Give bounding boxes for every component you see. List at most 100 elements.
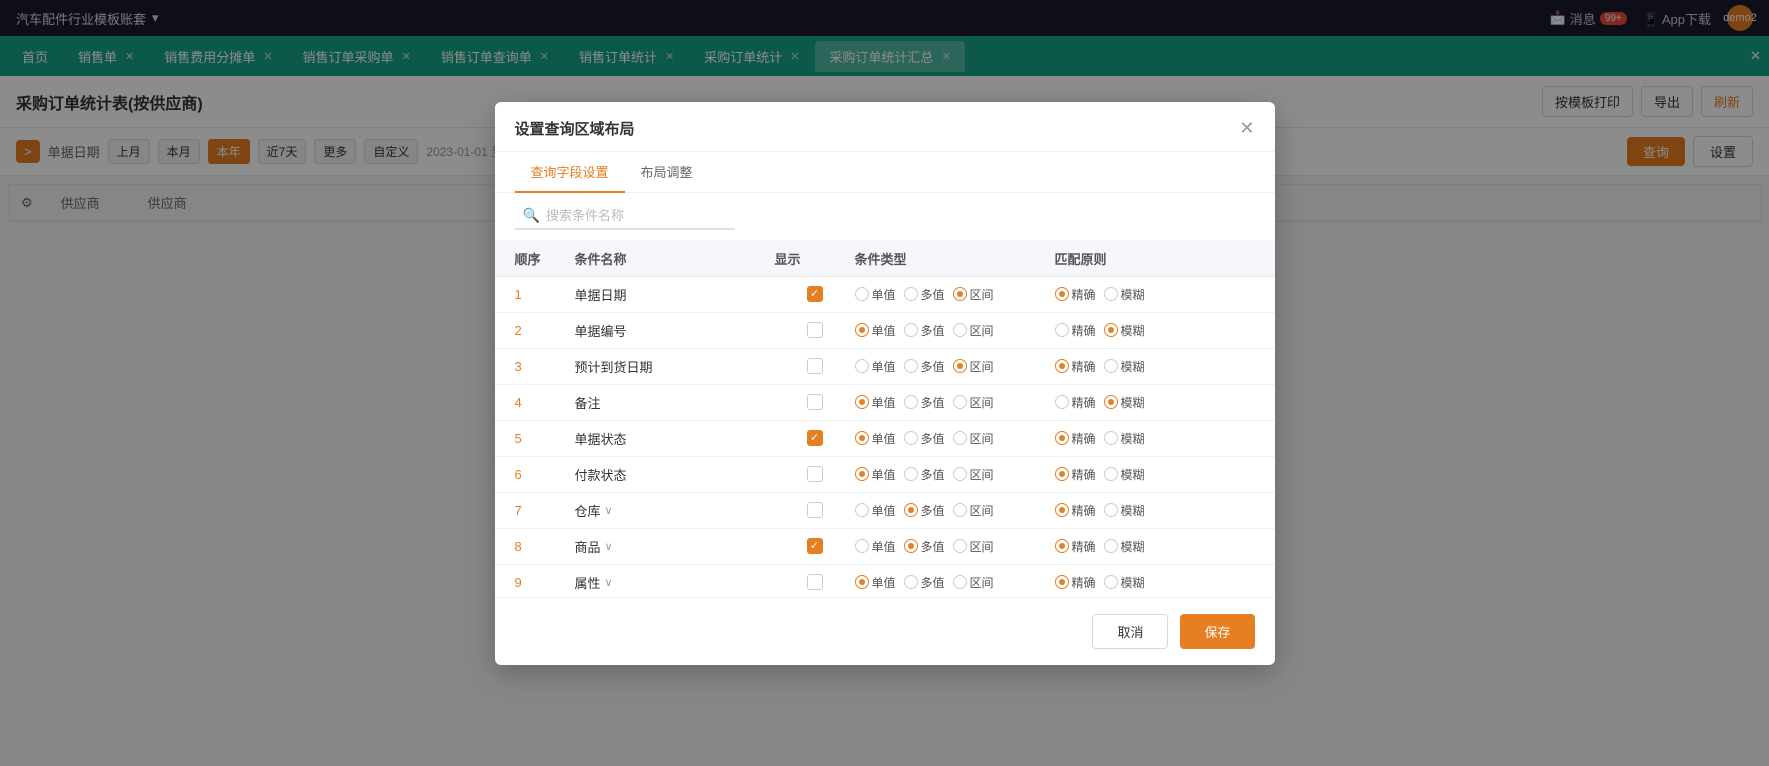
type-radio-type_range[interactable]: 区间 [953,286,994,303]
radio-circle-icon [855,575,869,589]
type-radio-type_multi[interactable]: 多值 [904,466,945,483]
type-radio-type_single[interactable]: 单值 [855,502,896,519]
match-radio-match_fuzzy[interactable]: 模糊 [1104,322,1145,339]
radio-circle-icon [904,575,918,589]
display-checkbox[interactable] [807,574,823,590]
type-radio-type_single[interactable]: 单值 [855,430,896,447]
dialog-close-btn[interactable]: ✕ [1239,119,1254,137]
type-radio-type_single[interactable]: 单值 [855,574,896,591]
match-radio-match_fuzzy[interactable]: 模糊 [1104,466,1145,483]
match-radio-match_exact[interactable]: 精确 [1055,286,1096,303]
type-radio-group: 单值多值区间 [855,574,1055,591]
type-radio-type_single[interactable]: 单值 [855,286,896,303]
type-radio-group: 单值多值区间 [855,394,1055,411]
save-btn[interactable]: 保存 [1180,614,1254,649]
match-radio-match_exact[interactable]: 精确 [1055,574,1096,591]
display-checkbox[interactable] [807,538,823,554]
match-radio-match_exact[interactable]: 精确 [1055,394,1096,411]
table-row: 3预计到货日期单值多值区间精确模糊 [495,349,1275,385]
radio-circle-icon [1104,431,1118,445]
settings-dialog: 设置查询区域布局 ✕ 查询字段设置 布局调整 🔍 顺序 条件名称 显示 [495,102,1275,665]
radio-circle-icon [855,503,869,517]
modal-overlay: 设置查询区域布局 ✕ 查询字段设置 布局调整 🔍 顺序 条件名称 显示 [0,0,1769,766]
type-radio-type_multi[interactable]: 多值 [904,286,945,303]
match-radio-match_fuzzy[interactable]: 模糊 [1104,358,1145,375]
type-radio-type_single[interactable]: 单值 [855,358,896,375]
search-input[interactable] [546,208,726,223]
match-radio-group: 精确模糊 [1055,574,1255,591]
type-radio-type_range[interactable]: 区间 [953,574,994,591]
type-radio-type_multi[interactable]: 多值 [904,322,945,339]
row-name: 属性 ∨ [575,573,775,592]
table-row: 8商品 ∨单值多值区间精确模糊 [495,529,1275,565]
type-radio-type_range[interactable]: 区间 [953,502,994,519]
radio-circle-icon [855,395,869,409]
type-radio-group: 单值多值区间 [855,286,1055,303]
cancel-btn[interactable]: 取消 [1092,614,1168,649]
type-radio-type_single[interactable]: 单值 [855,322,896,339]
match-radio-match_exact[interactable]: 精确 [1055,466,1096,483]
type-radio-type_multi[interactable]: 多值 [904,430,945,447]
dialog-tab-layout[interactable]: 布局调整 [625,152,709,193]
search-wrap: 🔍 [515,203,735,230]
radio-circle-icon [855,323,869,337]
row-order: 1 [515,287,575,302]
radio-circle-icon [953,359,967,373]
type-radio-type_multi[interactable]: 多值 [904,574,945,591]
type-radio-type_single[interactable]: 单值 [855,538,896,555]
match-radio-match_exact[interactable]: 精确 [1055,430,1096,447]
row-order: 8 [515,539,575,554]
type-radio-type_range[interactable]: 区间 [953,322,994,339]
type-radio-type_range[interactable]: 区间 [953,466,994,483]
type-radio-type_multi[interactable]: 多值 [904,538,945,555]
radio-circle-icon [904,467,918,481]
type-radio-type_multi[interactable]: 多值 [904,502,945,519]
radio-circle-icon [1055,539,1069,553]
radio-circle-icon [953,539,967,553]
type-radio-type_single[interactable]: 单值 [855,466,896,483]
match-radio-match_fuzzy[interactable]: 模糊 [1104,430,1145,447]
row-name: 预计到货日期 [575,357,775,376]
radio-circle-icon [1104,575,1118,589]
radio-circle-icon [953,287,967,301]
radio-circle-icon [953,503,967,517]
row-name: 付款状态 [575,465,775,484]
display-checkbox[interactable] [807,286,823,302]
match-radio-match_exact[interactable]: 精确 [1055,358,1096,375]
match-radio-match_exact[interactable]: 精确 [1055,538,1096,555]
row-order: 7 [515,503,575,518]
type-radio-type_range[interactable]: 区间 [953,358,994,375]
type-radio-type_multi[interactable]: 多值 [904,358,945,375]
radio-circle-icon [1104,467,1118,481]
match-radio-group: 精确模糊 [1055,394,1255,411]
row-order: 4 [515,395,575,410]
type-radio-group: 单值多值区间 [855,322,1055,339]
display-checkbox[interactable] [807,358,823,374]
type-radio-type_range[interactable]: 区间 [953,538,994,555]
match-radio-match_fuzzy[interactable]: 模糊 [1104,394,1145,411]
match-radio-match_exact[interactable]: 精确 [1055,502,1096,519]
dialog-tab-query-fields[interactable]: 查询字段设置 [515,152,625,193]
radio-circle-icon [855,287,869,301]
match-radio-match_exact[interactable]: 精确 [1055,322,1096,339]
radio-circle-icon [904,503,918,517]
radio-circle-icon [1055,359,1069,373]
radio-circle-icon [904,539,918,553]
type-radio-type_multi[interactable]: 多值 [904,394,945,411]
match-radio-match_fuzzy[interactable]: 模糊 [1104,286,1145,303]
display-checkbox[interactable] [807,394,823,410]
radio-circle-icon [953,467,967,481]
match-radio-match_fuzzy[interactable]: 模糊 [1104,574,1145,591]
match-radio-match_fuzzy[interactable]: 模糊 [1104,538,1145,555]
match-radio-group: 精确模糊 [1055,466,1255,483]
type-radio-type_single[interactable]: 单值 [855,394,896,411]
match-radio-match_fuzzy[interactable]: 模糊 [1104,502,1145,519]
display-checkbox[interactable] [807,322,823,338]
display-checkbox[interactable] [807,466,823,482]
row-name: 单据编号 [575,321,775,340]
radio-circle-icon [904,359,918,373]
type-radio-type_range[interactable]: 区间 [953,394,994,411]
display-checkbox[interactable] [807,502,823,518]
display-checkbox[interactable] [807,430,823,446]
type-radio-type_range[interactable]: 区间 [953,430,994,447]
